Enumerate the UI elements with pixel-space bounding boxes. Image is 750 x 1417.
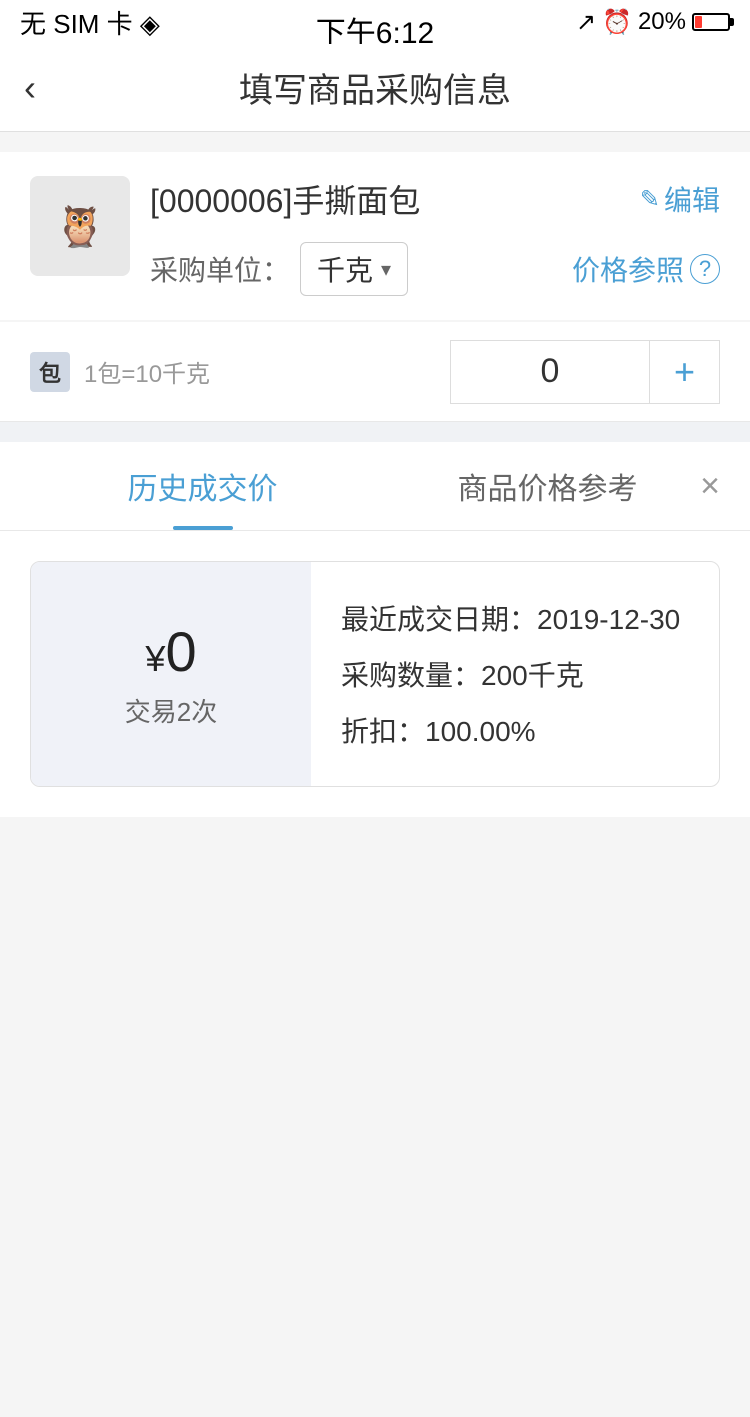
chevron-down-icon: ▾ xyxy=(381,257,391,282)
product-section: 🦉 [0000006]手撕面包 ✎ 编辑 采购单位： 千克 ▾ 价格参照 ? xyxy=(0,152,750,320)
price-card-right: 最近成交日期：2019-12-30 采购数量：200千克 折扣：100.00% xyxy=(311,562,719,786)
edit-label: 编辑 xyxy=(664,179,720,219)
price-card-left: ¥0 交易2次 xyxy=(31,562,311,786)
price-transactions: 交易2次 xyxy=(125,692,217,729)
discount-label: 折扣： xyxy=(341,716,425,747)
product-info: [0000006]手撕面包 ✎ 编辑 采购单位： 千克 ▾ 价格参照 ? xyxy=(150,176,720,296)
status-carrier: 无 SIM 卡 ◈ xyxy=(20,4,160,41)
unit-dropdown[interactable]: 千克 ▾ xyxy=(300,242,408,296)
battery-percent: 20% xyxy=(638,8,686,36)
content-area xyxy=(0,817,750,1417)
price-ref-label: 价格参照 xyxy=(572,249,684,289)
product-owl-icon: 🦉 xyxy=(55,203,105,250)
quantity-section: 包 1包=10千克 + xyxy=(0,322,750,422)
price-reference-button[interactable]: 价格参照 ? xyxy=(572,249,720,289)
quantity-plus-button[interactable]: + xyxy=(650,340,720,404)
quantity-label-group: 包 1包=10千克 xyxy=(30,352,210,392)
price-amount: ¥0 xyxy=(145,619,196,684)
discount-value: 100.00% xyxy=(425,716,536,747)
quantity-input[interactable] xyxy=(450,340,650,404)
tab-price-reference-label: 商品价格参考 xyxy=(458,464,638,508)
location-icon: ↗ xyxy=(576,8,596,37)
quantity-unit-badge: 包 xyxy=(30,352,70,392)
price-currency: ¥ xyxy=(145,638,165,679)
product-thumbnail: 🦉 xyxy=(30,176,130,276)
price-value: 0 xyxy=(165,620,196,683)
purchase-qty-value: 200千克 xyxy=(481,660,584,691)
tab-price-reference[interactable]: 商品价格参考 xyxy=(375,442,720,530)
product-name-row: [0000006]手撕面包 ✎ 编辑 xyxy=(150,176,720,222)
unit-value: 千克 xyxy=(317,249,373,289)
recent-date-label: 最近成交日期： xyxy=(341,604,537,635)
recent-date-row: 最近成交日期：2019-12-30 xyxy=(341,598,689,638)
discount-row: 折扣：100.00% xyxy=(341,710,689,750)
quantity-conversion: 1包=10千克 xyxy=(84,354,210,389)
page-title: 填写商品采购信息 xyxy=(239,63,511,112)
tabs-section: 历史成交价 商品价格参考 × xyxy=(0,442,750,531)
purchase-qty-label: 采购数量： xyxy=(341,660,481,691)
purchase-qty-row: 采购数量：200千克 xyxy=(341,654,689,694)
help-icon: ? xyxy=(690,254,720,284)
purchase-unit-row: 采购单位： 千克 ▾ 价格参照 ? xyxy=(150,242,720,296)
edit-icon: ✎ xyxy=(640,185,660,214)
nav-bar: ‹ 填写商品采购信息 xyxy=(0,44,750,132)
price-card: ¥0 交易2次 最近成交日期：2019-12-30 采购数量：200千克 折扣：… xyxy=(30,561,720,787)
unit-selector-group: 采购单位： 千克 ▾ xyxy=(150,242,408,296)
status-bar: 无 SIM 卡 ◈ 下午6:12 ↗ ⏰ 20% xyxy=(0,0,750,44)
edit-button[interactable]: ✎ 编辑 xyxy=(640,179,720,219)
tab-history-price-label: 历史成交价 xyxy=(128,464,278,508)
alarm-icon: ⏰ xyxy=(602,8,632,37)
tab-history-price[interactable]: 历史成交价 xyxy=(30,442,375,530)
section-divider xyxy=(0,422,750,442)
back-button[interactable]: ‹ xyxy=(24,67,36,109)
purchase-unit-label: 采购单位： xyxy=(150,249,290,289)
battery-icon xyxy=(692,13,730,31)
quantity-input-group: + xyxy=(450,340,720,404)
price-card-container: ¥0 交易2次 最近成交日期：2019-12-30 采购数量：200千克 折扣：… xyxy=(0,531,750,817)
status-right-group: ↗ ⏰ 20% xyxy=(576,8,730,37)
product-name: [0000006]手撕面包 xyxy=(150,176,420,222)
tabs-row: 历史成交价 商品价格参考 × xyxy=(0,442,750,530)
tab-close-button[interactable]: × xyxy=(700,467,720,506)
recent-date-value: 2019-12-30 xyxy=(537,604,680,635)
